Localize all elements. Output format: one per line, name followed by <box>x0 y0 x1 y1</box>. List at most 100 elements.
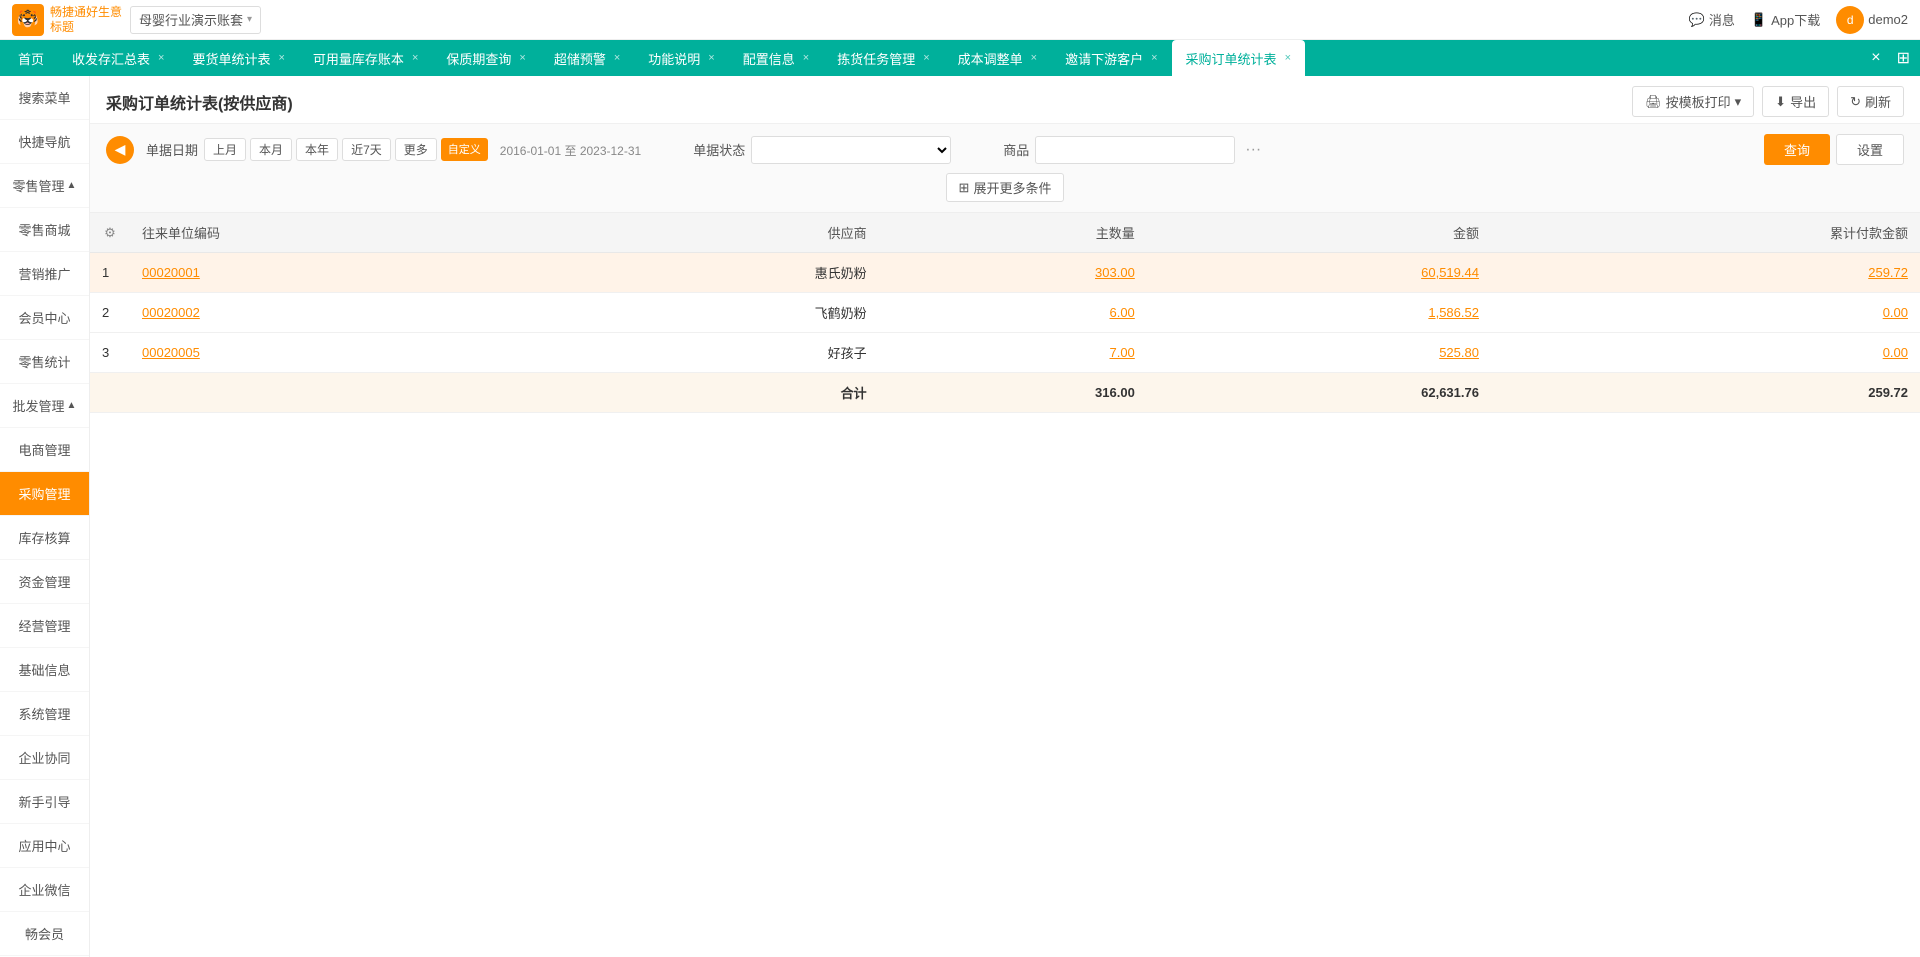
export-button[interactable]: ⬇ 导出 <box>1762 86 1829 117</box>
code-link-2[interactable]: 00020002 <box>142 305 200 320</box>
tab-chengben[interactable]: 成本调整单 × <box>944 40 1051 76</box>
filter-collapse-btn[interactable]: ◀ <box>106 136 134 164</box>
date-btn-last-month[interactable]: 上月 <box>204 138 246 161</box>
export-icon: ⬇ <box>1775 94 1786 110</box>
tab-close-9[interactable]: × <box>1151 52 1157 64</box>
print-button[interactable]: 🖨 按模板打印 ▾ <box>1632 86 1754 117</box>
amount-link-3[interactable]: 525.80 <box>1439 345 1479 360</box>
goods-ellipsis-icon[interactable]: ··· <box>1241 141 1265 159</box>
tab-peizhi[interactable]: 配置信息 × <box>729 40 823 76</box>
tab-close-2[interactable]: × <box>412 52 418 64</box>
filter-bar: ◀ 单据日期 上月 本月 本年 近7天 更多 自定义 2016-01-01 至 … <box>90 124 1920 213</box>
cell-amount-2: 1,586.52 <box>1147 293 1491 333</box>
tab-yaohuo[interactable]: 要货单统计表 × <box>178 40 298 76</box>
tab-yaoqing[interactable]: 邀请下游客户 × <box>1051 40 1171 76</box>
sidebar-item-system[interactable]: 系统管理 <box>0 692 89 736</box>
top-bar: 🐯 畅捷通好生意 标题 母婴行业演示账套 ▾ 💬 消息 📱 App下载 d de… <box>0 0 1920 40</box>
main-layout: 搜索菜单 快捷导航 零售管理 ▲ 零售商城 营销推广 会员中心 零售统计 批发管… <box>0 76 1920 957</box>
sidebar-item-appcenter[interactable]: 应用中心 <box>0 824 89 868</box>
minimize-btn[interactable]: ⊞ <box>1891 48 1916 68</box>
table-row: 1 00020001 惠氏奶粉 303.00 60,519.44 259.72 <box>90 253 1920 293</box>
message-btn[interactable]: 💬 消息 <box>1689 10 1735 29</box>
sidebar-item-operations[interactable]: 经营管理 <box>0 604 89 648</box>
paid-link-3[interactable]: 0.00 <box>1883 345 1908 360</box>
expand-conditions-btn[interactable]: ⊞ 展开更多条件 <box>946 173 1065 202</box>
sidebar-item-retail[interactable]: 零售管理 ▲ <box>0 164 89 208</box>
sidebar-item-inventory[interactable]: 库存核算 <box>0 516 89 560</box>
date-btn-this-month[interactable]: 本月 <box>250 138 292 161</box>
nav-tabs: 首页 收发存汇总表 × 要货单统计表 × 可用量库存账本 × 保质期查询 × 超… <box>0 40 1920 76</box>
tab-close-7[interactable]: × <box>923 52 929 64</box>
sidebar-item-finance[interactable]: 资金管理 <box>0 560 89 604</box>
table-body: 1 00020001 惠氏奶粉 303.00 60,519.44 259.72 … <box>90 253 1920 373</box>
code-link-1[interactable]: 00020001 <box>142 265 200 280</box>
tab-close-0[interactable]: × <box>158 52 164 64</box>
amount-link-2[interactable]: 1,586.52 <box>1428 305 1479 320</box>
date-label: 单据日期 <box>146 140 198 159</box>
status-select[interactable] <box>751 136 951 164</box>
table-footer-row: 合计 316.00 62,631.76 259.72 <box>90 373 1920 413</box>
sidebar-item-member[interactable]: 会员中心 <box>0 296 89 340</box>
tab-caigou-active[interactable]: 采购订单统计表 × <box>1172 40 1305 76</box>
app-download-btn[interactable]: 📱 App下载 <box>1751 10 1820 29</box>
table-container: ⚙ 往来单位编码 供应商 主数量 金额 累计付款金额 1 00020001 惠氏… <box>90 213 1920 413</box>
sidebar-item-ecommerce[interactable]: 电商管理 <box>0 428 89 472</box>
amount-link-1[interactable]: 60,519.44 <box>1421 265 1479 280</box>
company-selector[interactable]: 母婴行业演示账套 ▾ <box>130 6 261 34</box>
code-link-3[interactable]: 00020005 <box>142 345 200 360</box>
table-header: ⚙ 往来单位编码 供应商 主数量 金额 累计付款金额 <box>90 213 1920 253</box>
header-row: ⚙ 往来单位编码 供应商 主数量 金额 累计付款金额 <box>90 213 1920 253</box>
tab-jianhuo[interactable]: 拣货任务管理 × <box>823 40 943 76</box>
sidebar-item-newguide[interactable]: 新手引导 <box>0 780 89 824</box>
tab-close-1[interactable]: × <box>278 52 284 64</box>
qty-link-2[interactable]: 6.00 <box>1109 305 1134 320</box>
tab-close-6[interactable]: × <box>803 52 809 64</box>
qty-link-1[interactable]: 303.00 <box>1095 265 1135 280</box>
date-btn-7days[interactable]: 近7天 <box>342 138 391 161</box>
tab-close-5[interactable]: × <box>708 52 714 64</box>
sidebar-item-marketing[interactable]: 营销推广 <box>0 252 89 296</box>
sidebar-item-vip[interactable]: 畅会员 <box>0 912 89 956</box>
sidebar-item-retail-stat[interactable]: 零售统计 <box>0 340 89 384</box>
tab-close-8[interactable]: × <box>1031 52 1037 64</box>
date-btn-more[interactable]: 更多 <box>395 138 437 161</box>
sidebar-item-purchase[interactable]: 采购管理 <box>0 472 89 516</box>
paid-link-2[interactable]: 0.00 <box>1883 305 1908 320</box>
close-all-tabs-btn[interactable]: × <box>1865 49 1886 67</box>
date-btn-custom[interactable]: 自定义 <box>441 138 488 161</box>
sidebar-item-quick[interactable]: 快捷导航 <box>0 120 89 164</box>
page-title: 采购订单统计表(按供应商) <box>106 90 293 114</box>
cell-amount-1: 60,519.44 <box>1147 253 1491 293</box>
table-row: 2 00020002 飞鹤奶粉 6.00 1,586.52 0.00 <box>90 293 1920 333</box>
filter-settings-button[interactable]: 设置 <box>1836 134 1904 165</box>
column-settings-icon[interactable]: ⚙ <box>104 225 116 240</box>
avatar: d <box>1836 6 1864 34</box>
tab-home[interactable]: 首页 <box>4 40 58 76</box>
tab-close-4[interactable]: × <box>614 52 620 64</box>
expand-icon: ⊞ <box>959 180 970 196</box>
sidebar-item-wechat[interactable]: 企业微信 <box>0 868 89 912</box>
tab-chaochun[interactable]: 超储预警 × <box>540 40 634 76</box>
goods-input[interactable] <box>1035 136 1235 164</box>
tab-kuyong[interactable]: 可用量库存账本 × <box>299 40 432 76</box>
date-range-value: 2016-01-01 至 2023-12-31 <box>500 142 641 159</box>
sidebar-item-retail-mall[interactable]: 零售商城 <box>0 208 89 252</box>
sidebar-item-wholesale[interactable]: 批发管理 ▲ <box>0 384 89 428</box>
sidebar-item-search[interactable]: 搜索菜单 <box>0 76 89 120</box>
user-profile[interactable]: d demo2 <box>1836 6 1908 34</box>
tab-close-10[interactable]: × <box>1285 52 1291 64</box>
sidebar-item-enterprise[interactable]: 企业协同 <box>0 736 89 780</box>
tab-gongneng[interactable]: 功能说明 × <box>634 40 728 76</box>
qty-link-3[interactable]: 7.00 <box>1109 345 1134 360</box>
message-icon: 💬 <box>1689 12 1705 28</box>
footer-paid: 259.72 <box>1491 373 1920 413</box>
tab-baozhi[interactable]: 保质期查询 × <box>432 40 539 76</box>
refresh-button[interactable]: ↻ 刷新 <box>1837 86 1904 117</box>
date-btn-this-year[interactable]: 本年 <box>296 138 338 161</box>
tab-shoufa[interactable]: 收发存汇总表 × <box>58 40 178 76</box>
search-button[interactable]: 查询 <box>1764 134 1830 165</box>
sidebar-item-basic[interactable]: 基础信息 <box>0 648 89 692</box>
tab-close-3[interactable]: × <box>519 52 525 64</box>
logo-text: 畅捷通好生意 标题 <box>50 5 122 34</box>
paid-link-1[interactable]: 259.72 <box>1868 265 1908 280</box>
